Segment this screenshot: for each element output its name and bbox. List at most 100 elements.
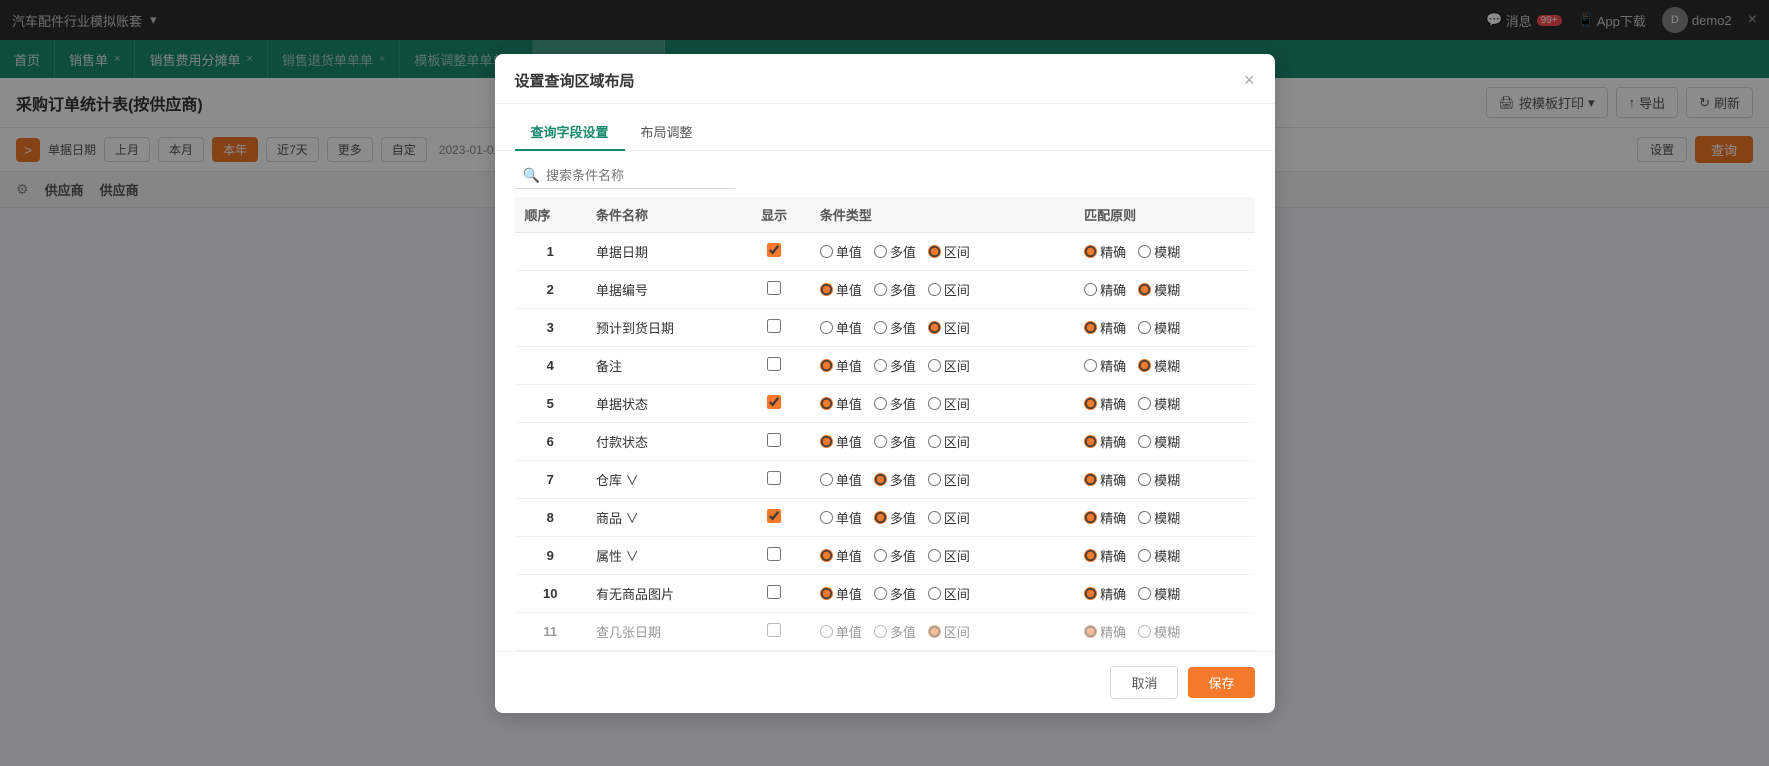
type-option-单值[interactable]: 单值: [820, 584, 862, 603]
type-option-区间[interactable]: 区间: [928, 318, 970, 337]
type-option-单值[interactable]: 单值: [820, 280, 862, 299]
type-option-多值[interactable]: 多值: [874, 622, 916, 641]
match-option-精确[interactable]: 精确: [1084, 280, 1126, 299]
type-option-区间[interactable]: 区间: [928, 280, 970, 299]
type-option-单值[interactable]: 单值: [820, 432, 862, 451]
type-option-区间[interactable]: 区间: [928, 432, 970, 451]
row-display[interactable]: [738, 498, 810, 536]
modal-close-button[interactable]: ×: [1244, 71, 1255, 89]
type-option-多值[interactable]: 多值: [874, 280, 916, 299]
type-option-多值[interactable]: 多值: [874, 394, 916, 413]
match-option-模糊[interactable]: 模糊: [1138, 356, 1180, 375]
table-row: 4备注单值多值区间精确模糊: [515, 346, 1255, 384]
table-row: 3预计到货日期单值多值区间精确模糊: [515, 308, 1255, 346]
match-option-模糊[interactable]: 模糊: [1138, 622, 1180, 641]
row-order: 11: [515, 612, 587, 650]
match-option-精确[interactable]: 精确: [1084, 546, 1126, 565]
type-option-多值[interactable]: 多值: [874, 432, 916, 451]
type-option-多值[interactable]: 多值: [874, 546, 916, 565]
display-checkbox[interactable]: [767, 547, 781, 561]
modal-tabs: 查询字段设置 布局调整: [495, 104, 1275, 151]
row-display[interactable]: [738, 232, 810, 270]
type-option-区间[interactable]: 区间: [928, 508, 970, 527]
row-display[interactable]: [738, 422, 810, 460]
modal-tab-field-settings[interactable]: 查询字段设置: [515, 114, 625, 151]
table-row: 8商品 ∨单值多值区间精确模糊: [515, 498, 1255, 536]
row-display[interactable]: [738, 384, 810, 422]
type-option-多值[interactable]: 多值: [874, 508, 916, 527]
row-display[interactable]: [738, 612, 810, 650]
row-display[interactable]: [738, 308, 810, 346]
row-order: 4: [515, 346, 587, 384]
modal-footer: 取消 保存: [495, 651, 1275, 713]
display-checkbox[interactable]: [767, 585, 781, 599]
type-option-单值[interactable]: 单值: [820, 318, 862, 337]
row-display[interactable]: [738, 460, 810, 498]
match-option-精确[interactable]: 精确: [1084, 394, 1126, 413]
match-option-精确[interactable]: 精确: [1084, 470, 1126, 489]
row-type: 单值多值区间: [810, 270, 1074, 308]
type-option-单值[interactable]: 单值: [820, 356, 862, 375]
match-option-精确[interactable]: 精确: [1084, 432, 1126, 451]
type-option-区间[interactable]: 区间: [928, 622, 970, 641]
match-option-模糊[interactable]: 模糊: [1138, 280, 1180, 299]
match-option-精确[interactable]: 精确: [1084, 508, 1126, 527]
match-option-精确[interactable]: 精确: [1084, 318, 1126, 337]
save-button[interactable]: 保存: [1188, 667, 1254, 698]
modal-tab-layout-adjust[interactable]: 布局调整: [625, 114, 709, 151]
match-option-精确[interactable]: 精确: [1084, 584, 1126, 603]
type-option-区间[interactable]: 区间: [928, 470, 970, 489]
type-option-多值[interactable]: 多值: [874, 318, 916, 337]
row-match: 精确模糊: [1074, 422, 1254, 460]
search-input[interactable]: [546, 168, 716, 183]
row-display[interactable]: [738, 346, 810, 384]
match-option-模糊[interactable]: 模糊: [1138, 508, 1180, 527]
type-option-多值[interactable]: 多值: [874, 584, 916, 603]
display-checkbox[interactable]: [767, 433, 781, 447]
type-option-多值[interactable]: 多值: [874, 470, 916, 489]
match-option-模糊[interactable]: 模糊: [1138, 394, 1180, 413]
match-option-模糊[interactable]: 模糊: [1138, 584, 1180, 603]
type-option-区间[interactable]: 区间: [928, 356, 970, 375]
type-option-单值[interactable]: 单值: [820, 470, 862, 489]
type-option-区间[interactable]: 区间: [928, 546, 970, 565]
display-checkbox[interactable]: [767, 623, 781, 637]
display-checkbox[interactable]: [767, 509, 781, 523]
type-option-单值[interactable]: 单值: [820, 242, 862, 261]
match-option-精确[interactable]: 精确: [1084, 356, 1126, 375]
type-option-区间[interactable]: 区间: [928, 584, 970, 603]
row-type: 单值多值区间: [810, 460, 1074, 498]
row-display[interactable]: [738, 536, 810, 574]
display-checkbox[interactable]: [767, 243, 781, 257]
row-match: 精确模糊: [1074, 308, 1254, 346]
match-option-模糊[interactable]: 模糊: [1138, 546, 1180, 565]
type-option-单值[interactable]: 单值: [820, 394, 862, 413]
type-option-区间[interactable]: 区间: [928, 242, 970, 261]
display-checkbox[interactable]: [767, 281, 781, 295]
display-checkbox[interactable]: [767, 395, 781, 409]
type-option-区间[interactable]: 区间: [928, 394, 970, 413]
display-checkbox[interactable]: [767, 471, 781, 485]
row-name: 属性 ∨: [586, 536, 738, 574]
match-option-模糊[interactable]: 模糊: [1138, 470, 1180, 489]
match-option-模糊[interactable]: 模糊: [1138, 242, 1180, 261]
display-checkbox[interactable]: [767, 357, 781, 371]
type-option-单值[interactable]: 单值: [820, 546, 862, 565]
row-type: 单值多值区间: [810, 422, 1074, 460]
display-checkbox[interactable]: [767, 319, 781, 333]
table-row: 11查几张日期单值多值区间精确模糊: [515, 612, 1255, 650]
match-option-模糊[interactable]: 模糊: [1138, 318, 1180, 337]
match-option-精确[interactable]: 精确: [1084, 242, 1126, 261]
table-row: 10有无商品图片单值多值区间精确模糊: [515, 574, 1255, 612]
match-option-精确[interactable]: 精确: [1084, 622, 1126, 641]
cancel-button[interactable]: 取消: [1110, 666, 1178, 699]
type-option-多值[interactable]: 多值: [874, 356, 916, 375]
row-display[interactable]: [738, 574, 810, 612]
type-option-单值[interactable]: 单值: [820, 508, 862, 527]
modal-table: 顺序 条件名称 显示 条件类型 匹配原则 1单据日期单值多值区间精确模糊2单据编…: [515, 197, 1255, 651]
match-option-模糊[interactable]: 模糊: [1138, 432, 1180, 451]
row-display[interactable]: [738, 270, 810, 308]
type-option-多值[interactable]: 多值: [874, 242, 916, 261]
col-name: 条件名称: [586, 197, 738, 233]
type-option-单值[interactable]: 单值: [820, 622, 862, 641]
